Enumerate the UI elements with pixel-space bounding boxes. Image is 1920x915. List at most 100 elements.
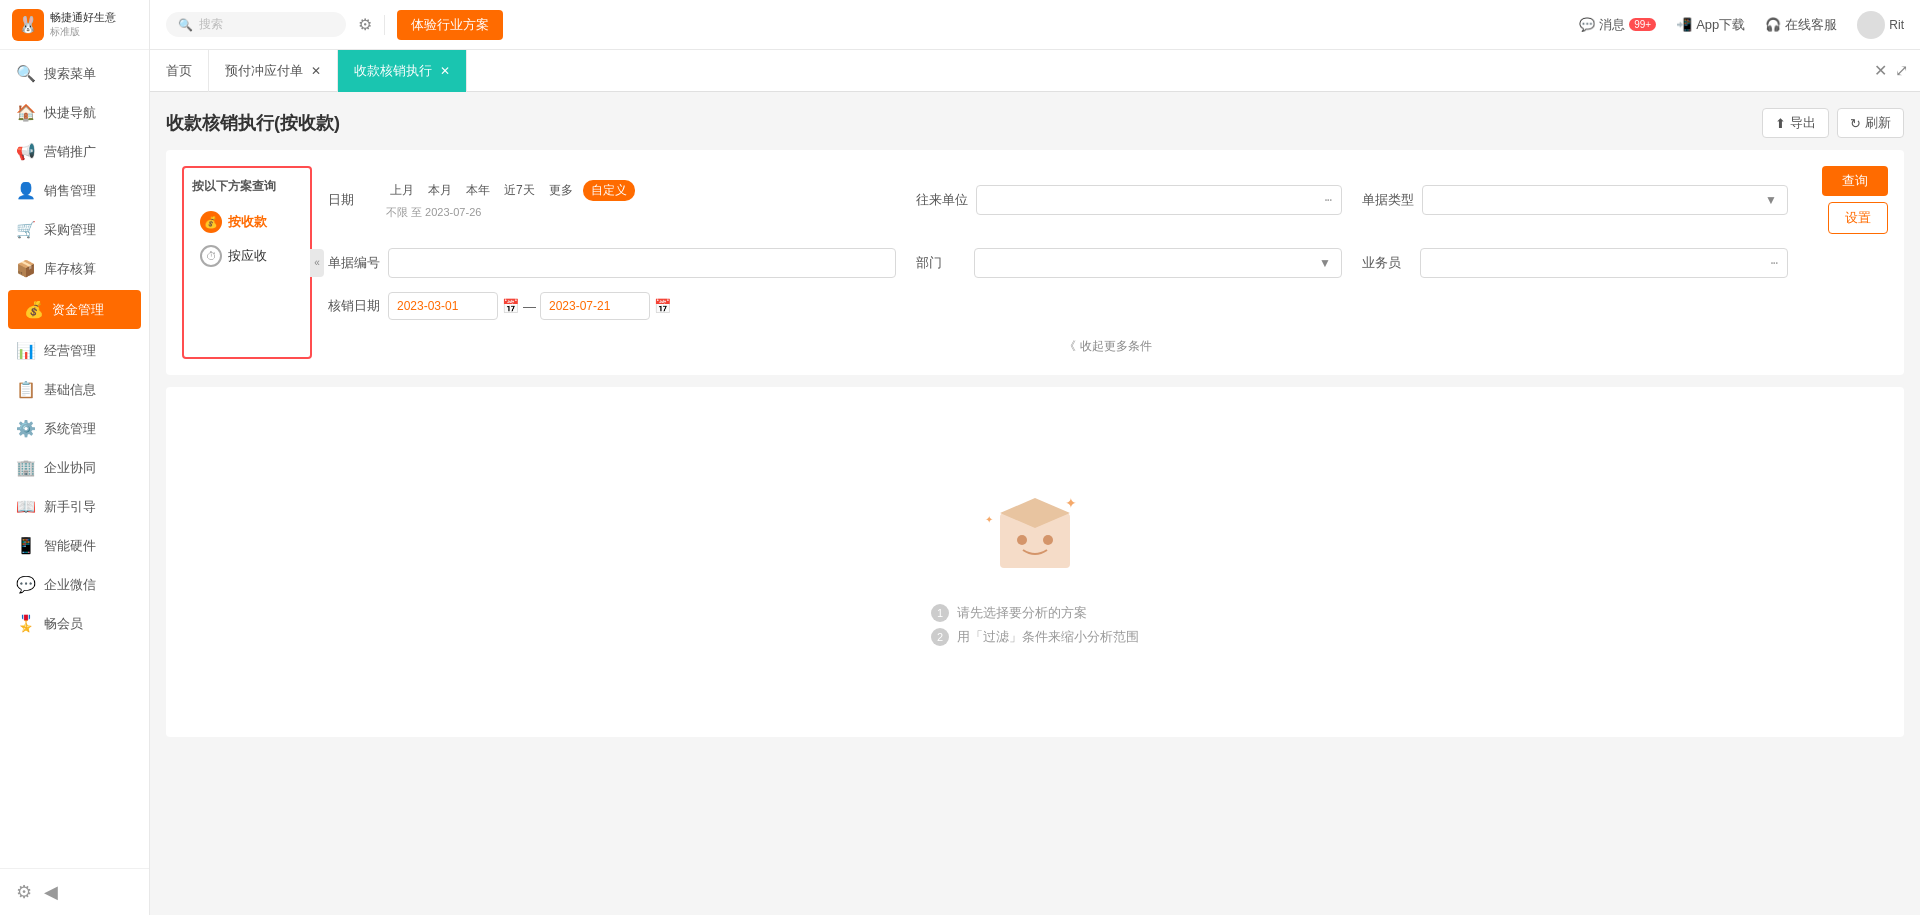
sidebar-item-business[interactable]: 📊 经营管理 [0,331,149,370]
page-title-bar: 收款核销执行(按收款) ⬆ 导出 ↻ 刷新 [166,108,1904,138]
basic-info-icon: 📋 [16,380,36,399]
tab-receipt-writeoff[interactable]: 收款核销执行 ✕ [338,50,467,92]
date-7days[interactable]: 近7天 [500,180,539,201]
writeoff-date-label: 核销日期 [328,297,380,315]
partner-select[interactable]: ··· [976,185,1342,215]
date-this-year[interactable]: 本年 [462,180,494,201]
settings-button[interactable]: 设置 [1828,202,1888,234]
purchase-icon: 🛒 [16,220,36,239]
doc-type-select[interactable]: ▼ [1422,185,1788,215]
sidebar-item-hardware[interactable]: 📱 智能硬件 [0,526,149,565]
start-calendar-icon[interactable]: 📅 [502,298,519,314]
sidebar-label-business: 经营管理 [44,342,96,360]
tab-prepay-close[interactable]: ✕ [311,64,321,78]
user-item[interactable]: Rit [1857,11,1904,39]
app-download-item[interactable]: 📲 App下载 [1676,16,1745,34]
main-content: 🔍 搜索 ⚙ 体验行业方案 💬 消息 99+ 📲 App下载 🎧 在线客服 Ri… [150,0,1920,915]
export-button[interactable]: ⬆ 导出 [1762,108,1829,138]
dept-select[interactable]: ▼ [974,248,1342,278]
receipt-icon: 💰 [200,211,222,233]
writeoff-start-input[interactable] [388,292,498,320]
sidebar-label-quick-nav: 快捷导航 [44,104,96,122]
date-last-month[interactable]: 上月 [386,180,418,201]
industry-btn[interactable]: 体验行业方案 [397,10,503,40]
sidebar-item-quick-nav[interactable]: 🏠 快捷导航 [0,93,149,132]
page-actions: ⬆ 导出 ↻ 刷新 [1762,108,1904,138]
app-icon: 📲 [1676,17,1692,32]
sidebar-label-hardware: 智能硬件 [44,537,96,555]
svg-text:✦: ✦ [1065,495,1077,511]
doc-no-field: 单据编号 [328,248,896,278]
settings-footer-icon[interactable]: ⚙ [16,881,32,903]
quick-nav-icon: 🏠 [16,103,36,122]
search-text: 搜索 [199,16,223,33]
filter-option-by-receipt[interactable]: 💰 按收款 [192,205,302,239]
sidebar-label-basic-info: 基础信息 [44,381,96,399]
step-2-text: 用「过滤」条件来缩小分析范围 [957,628,1139,646]
sidebar-item-purchase[interactable]: 🛒 采购管理 [0,210,149,249]
message-badge: 99+ [1629,18,1656,31]
tab-prepay[interactable]: 预付冲应付单 ✕ [209,50,338,92]
tab-prepay-label: 预付冲应付单 [225,62,303,80]
sidebar-item-member[interactable]: 🎖️ 畅会员 [0,604,149,643]
sidebar-item-guide[interactable]: 📖 新手引导 [0,487,149,526]
sidebar-item-enterprise[interactable]: 🏢 企业协同 [0,448,149,487]
sidebar-item-finance[interactable]: 💰 资金管理 [8,290,141,329]
sidebar-item-inventory[interactable]: 📦 库存核算 [0,249,149,288]
sidebar-item-wechat[interactable]: 💬 企业微信 [0,565,149,604]
message-item[interactable]: 💬 消息 99+ [1579,16,1656,34]
collapse-sidebar-btn[interactable]: « [310,249,324,277]
filter-row-1: 日期 上月 本月 本年 近7天 更多 自定义 不限 至 2023-07-26 [328,166,1888,234]
end-calendar-icon[interactable]: 📅 [654,298,671,314]
online-service-item[interactable]: 🎧 在线客服 [1765,16,1837,34]
message-label: 消息 [1599,16,1625,34]
tabbar: 首页 预付冲应付单 ✕ 收款核销执行 ✕ ✕ ⤢ [150,50,1920,92]
app-download-label: App下载 [1696,16,1745,34]
user-avatar [1857,11,1885,39]
hardware-icon: 📱 [16,536,36,555]
expand-icon[interactable]: ⤢ [1895,61,1908,80]
date-shortcuts: 上月 本月 本年 近7天 更多 自定义 [386,180,635,201]
topbar-search[interactable]: 🔍 搜索 [166,12,346,37]
sidebar-label-marketing: 营销推广 [44,143,96,161]
svg-point-2 [1017,535,1027,545]
step-1-num: 1 [931,604,949,622]
writeoff-end-input[interactable] [540,292,650,320]
tab-home[interactable]: 首页 [150,50,209,92]
sidebar-label-system: 系统管理 [44,420,96,438]
filter-option-by-receivable[interactable]: ⏱ 按应收 [192,239,302,273]
enterprise-icon: 🏢 [16,458,36,477]
search-menu-icon: 🔍 [16,64,36,83]
tab-receipt-writeoff-close[interactable]: ✕ [440,64,450,78]
sidebar-item-marketing[interactable]: 📢 营销推广 [0,132,149,171]
sales-icon: 👤 [16,181,36,200]
page-content: 收款核销执行(按收款) ⬆ 导出 ↻ 刷新 按以下方案查询 💰 按收款 [150,92,1920,915]
sidebar-item-system[interactable]: ⚙️ 系统管理 [0,409,149,448]
topbar: 🔍 搜索 ⚙ 体验行业方案 💬 消息 99+ 📲 App下载 🎧 在线客服 Ri… [150,0,1920,50]
refresh-button[interactable]: ↻ 刷新 [1837,108,1904,138]
date-this-month[interactable]: 本月 [424,180,456,201]
sidebar-item-sales[interactable]: 👤 销售管理 [0,171,149,210]
collapse-sidebar-icon[interactable]: ◀ [44,881,58,903]
doc-no-input[interactable] [388,248,896,278]
wechat-icon: 💬 [16,575,36,594]
staff-select[interactable]: ··· [1420,248,1788,278]
partner-label: 往来单位 [916,191,968,209]
sidebar-item-search-menu[interactable]: 🔍 搜索菜单 [0,54,149,93]
close-tab-icon[interactable]: ✕ [1874,61,1887,80]
online-service-label: 在线客服 [1785,16,1837,34]
tab-home-label: 首页 [166,62,192,80]
sidebar-item-basic-info[interactable]: 📋 基础信息 [0,370,149,409]
filter-row-3: 核销日期 📅 — 📅 [328,292,1888,320]
date-range-separator: — [523,299,536,314]
partner-field: 往来单位 ··· [916,185,1342,215]
query-button[interactable]: 查询 [1822,166,1888,196]
marketing-icon: 📢 [16,142,36,161]
collapse-chevron-icon: « [314,257,320,268]
receivable-icon: ⏱ [200,245,222,267]
system-icon: ⚙️ [16,419,36,438]
collapse-more-btn[interactable]: 《 收起更多条件 [328,334,1888,359]
date-more[interactable]: 更多 [545,180,577,201]
date-custom[interactable]: 自定义 [583,180,635,201]
settings-icon[interactable]: ⚙ [358,15,372,34]
